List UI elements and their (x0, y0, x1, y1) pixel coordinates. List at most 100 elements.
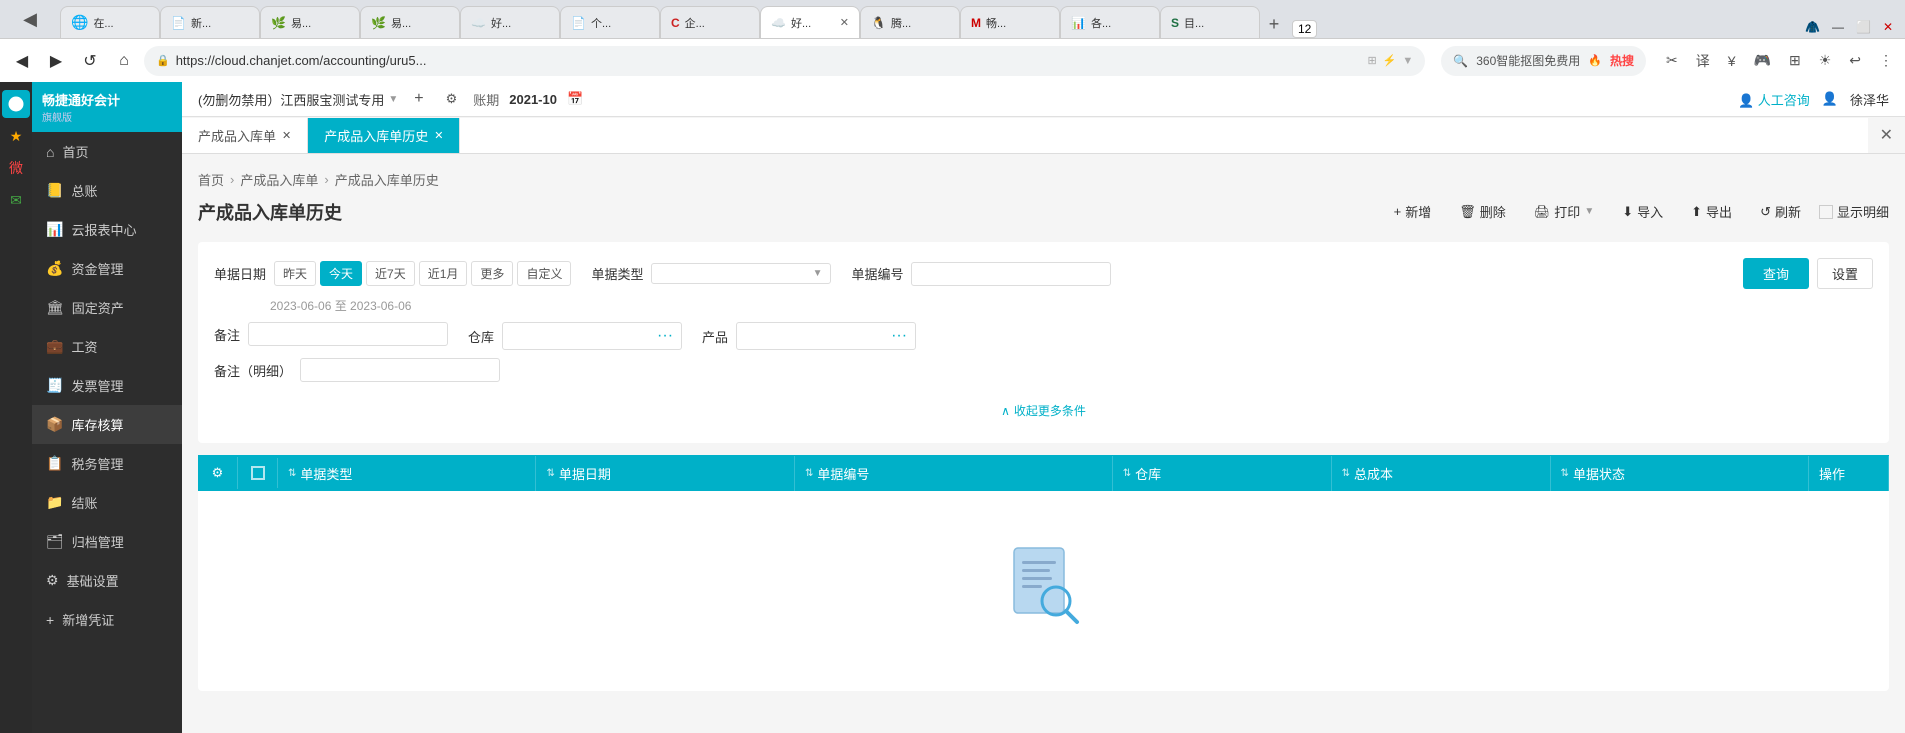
sort-icon-cost[interactable]: ⇅ (1342, 468, 1350, 479)
company-settings-btn[interactable]: ⚙ (440, 89, 464, 109)
sidebar-item-funds[interactable]: 💰 资金管理 (32, 249, 182, 288)
grid2-icon[interactable]: ⊞ (1785, 48, 1805, 73)
browser-tab-2[interactable]: 📄 新... (160, 6, 260, 38)
browser-tab-6[interactable]: 📄 个... (560, 6, 660, 38)
product-filter-select[interactable]: ··· (736, 322, 916, 350)
sidebar-item-settings[interactable]: ⚙ 基础设置 (32, 561, 182, 600)
sidebar-item-archive[interactable]: 🗂 归档管理 (32, 522, 182, 561)
sidebar-item-close[interactable]: 📁 结账 (32, 483, 182, 522)
refresh-btn[interactable]: ↺ 刷新 (1750, 197, 1811, 226)
yuan-icon[interactable]: ¥ (1724, 49, 1740, 73)
app-layout: 好 ★ 微 ✉ 畅捷通好会计 旗舰版 ⌂ 首页 📒 总账 📊 云报表中心 💰 资… (0, 82, 1905, 733)
content-tab-history-close[interactable]: ✕ (434, 129, 443, 142)
type-filter-select[interactable]: ▼ (651, 263, 831, 284)
sidebar-item-payroll[interactable]: 💼 工资 (32, 327, 182, 366)
export-btn[interactable]: ⬆ 导出 (1681, 197, 1742, 226)
browser-tab-4[interactable]: 🌿 易... (360, 6, 460, 38)
content-tab-history[interactable]: 产成品入库单历史 ✕ (308, 118, 460, 153)
back-browser-btn[interactable]: ◀ (23, 9, 37, 30)
date-btn-custom[interactable]: 自定义 (517, 261, 571, 286)
sidebar-item-payroll-label: 工资 (71, 337, 97, 356)
more-icon[interactable]: ⋮ (1875, 48, 1897, 73)
sidebar-item-invoice[interactable]: 🧾 发票管理 (32, 366, 182, 405)
remark-filter-input[interactable] (248, 322, 448, 346)
browser-tab-5[interactable]: ☁️ 好... (460, 6, 560, 38)
rail-home-icon[interactable]: 好 (2, 90, 30, 118)
th-gear[interactable]: ⚙ (198, 457, 238, 489)
import-btn[interactable]: ⬇ 导入 (1612, 197, 1673, 226)
billno-filter-input[interactable] (911, 262, 1111, 286)
translate-icon[interactable]: 译 (1692, 47, 1714, 75)
product-dots[interactable]: ··· (891, 327, 907, 345)
sidebar-item-reports[interactable]: 📊 云报表中心 (32, 210, 182, 249)
date-btn-today[interactable]: 今天 (320, 261, 362, 286)
tab-area-close-btn[interactable]: ✕ (1868, 117, 1905, 153)
breadcrumb-home[interactable]: 首页 (198, 170, 224, 189)
sidebar-item-tax[interactable]: 📋 税务管理 (32, 444, 182, 483)
th-checkbox[interactable] (238, 458, 278, 488)
browser-tab-8[interactable]: ☁️ 好... ✕ (760, 6, 860, 38)
sidebar-header[interactable]: 畅捷通好会计 旗舰版 (32, 82, 182, 132)
content-tab-list-close[interactable]: ✕ (282, 129, 291, 142)
add-company-btn[interactable]: + (408, 88, 429, 110)
rail-star-icon[interactable]: ★ (2, 122, 30, 150)
browser-tab-10[interactable]: M 畅... (960, 6, 1060, 38)
sort-icon-type[interactable]: ⇅ (288, 468, 296, 479)
back-btn[interactable]: ◀ (8, 47, 36, 75)
home-btn[interactable]: ⌂ (110, 47, 138, 75)
print-btn[interactable]: 🖨 打印 ▼ (1524, 197, 1604, 226)
header-checkbox[interactable] (251, 466, 265, 480)
show-detail-checkbox[interactable] (1819, 205, 1833, 219)
window-minimize-btn[interactable]: 🧥 (1801, 16, 1824, 38)
calendar-icon[interactable]: 📅 (567, 91, 583, 107)
export-icon: ⬆ (1691, 204, 1702, 220)
forward-btn[interactable]: ▶ (42, 47, 70, 75)
user-service-btn[interactable]: 👤 人工咨询 (1738, 90, 1810, 109)
browser-tab-12[interactable]: S 目... (1160, 6, 1260, 38)
scissors-icon[interactable]: ✂ (1662, 48, 1682, 73)
rail-weibo-icon[interactable]: 微 (2, 154, 30, 182)
url-box[interactable]: 🔒 https://cloud.chanjet.com/accounting/u… (144, 46, 1425, 76)
reload-btn[interactable]: ↺ (76, 47, 104, 75)
sun-icon[interactable]: ☀ (1815, 48, 1836, 73)
browser-tab-7[interactable]: C 企... (660, 6, 760, 38)
browser-tab-11[interactable]: 📊 各... (1060, 6, 1160, 38)
sort-icon-warehouse[interactable]: ⇅ (1123, 468, 1131, 479)
filter-settings-btn[interactable]: 设置 (1817, 258, 1873, 289)
delete-btn[interactable]: 🗑 删除 (1449, 197, 1516, 226)
search-bar[interactable]: 🔍 360智能抠图免费用 🔥 热搜 (1441, 46, 1646, 76)
undo-icon[interactable]: ↩ (1845, 48, 1865, 73)
browser-tab-9[interactable]: 🐧 腾... (860, 6, 960, 38)
sidebar-item-assets[interactable]: 🏛 固定资产 (32, 288, 182, 327)
warehouse-filter-select[interactable]: ··· (502, 322, 682, 350)
date-btn-more[interactable]: 更多 (471, 261, 513, 286)
sidebar-item-newbill[interactable]: + 新增凭证 (32, 600, 182, 639)
collapse-btn[interactable]: ∧ 收起更多条件 (1001, 402, 1086, 419)
gamepad-icon[interactable]: 🎮 (1750, 48, 1775, 73)
date-btn-yesterday[interactable]: 昨天 (274, 261, 316, 286)
query-btn[interactable]: 查询 (1743, 258, 1809, 289)
detail-remark-input[interactable] (300, 358, 500, 382)
sidebar-item-home[interactable]: ⌂ 首页 (32, 132, 182, 171)
new-tab-btn[interactable]: + (1260, 10, 1288, 38)
window-maximize-btn[interactable]: ⬜ (1852, 16, 1875, 38)
content-tab-list[interactable]: 产成品入库单 ✕ (182, 118, 308, 153)
sort-icon-date[interactable]: ⇅ (546, 468, 554, 479)
window-close-btn[interactable]: ✕ (1879, 16, 1897, 38)
window-restore-btn[interactable]: — (1828, 16, 1848, 38)
browser-tab-1[interactable]: 🌐 在... (60, 6, 160, 38)
breadcrumb-list[interactable]: 产成品入库单 (240, 170, 318, 189)
url-dropdown-icon[interactable]: ▼ (1402, 55, 1413, 67)
company-select[interactable]: (勿删勿禁用）江西服宝测试专用 ▼ (198, 90, 398, 109)
date-btn-1month[interactable]: 近1月 (419, 261, 468, 286)
sort-icon-status[interactable]: ⇅ (1561, 468, 1569, 479)
rail-mail-icon[interactable]: ✉ (2, 186, 30, 214)
warehouse-dots[interactable]: ··· (657, 327, 673, 345)
add-btn[interactable]: + 新增 (1384, 197, 1442, 226)
browser-tab-3[interactable]: 🌿 易... (260, 6, 360, 38)
sidebar-item-inventory[interactable]: 📦 库存核算 (32, 405, 182, 444)
sidebar-item-ledger[interactable]: 📒 总账 (32, 171, 182, 210)
tab8-close-btn[interactable]: ✕ (840, 16, 849, 29)
sort-icon-no[interactable]: ⇅ (805, 468, 813, 479)
date-btn-7days[interactable]: 近7天 (366, 261, 415, 286)
